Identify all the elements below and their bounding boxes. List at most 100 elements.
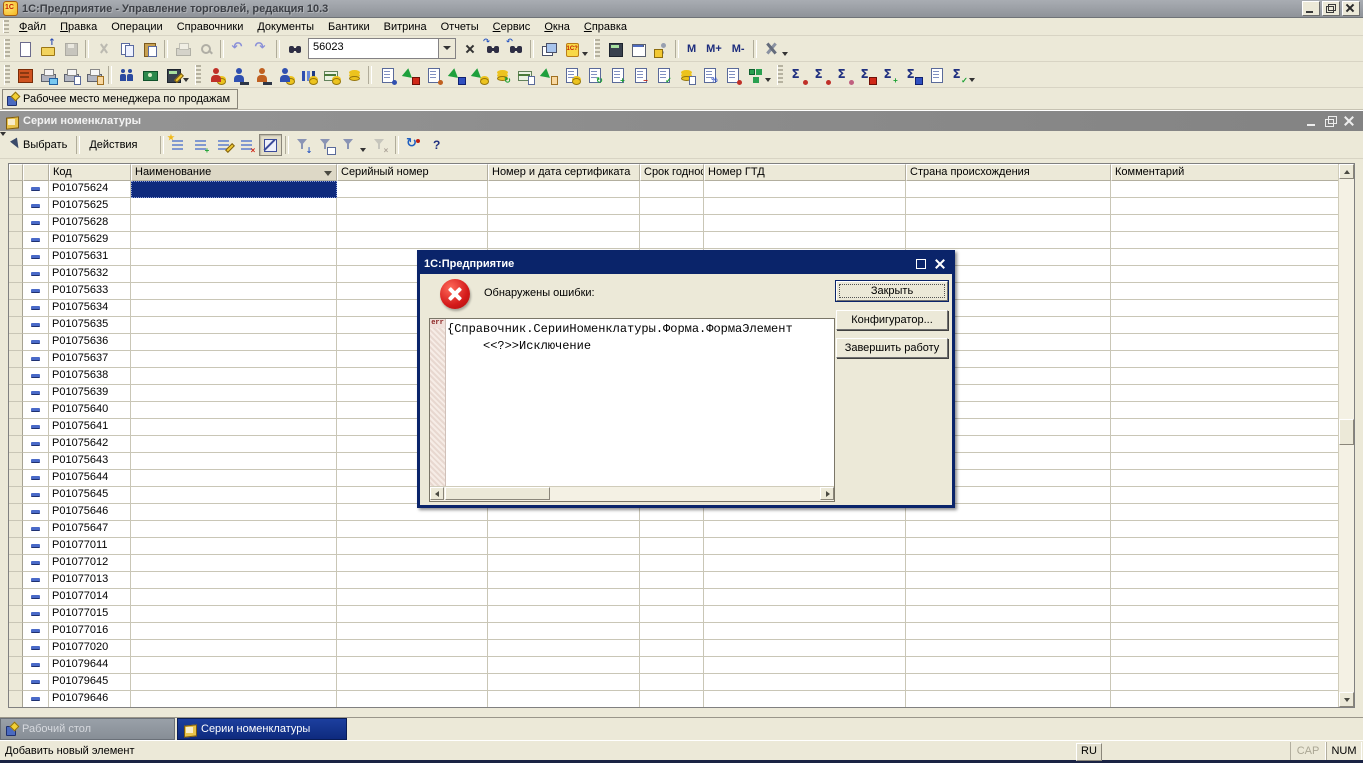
terminate-button[interactable]: Завершить работу (836, 338, 948, 358)
clear-find-icon[interactable] (458, 38, 481, 60)
code-cell[interactable]: P01075645 (49, 487, 131, 504)
toolbar-grip[interactable] (777, 64, 783, 85)
data-cell[interactable] (337, 657, 488, 674)
row-selector[interactable] (9, 657, 23, 674)
data-cell[interactable] (906, 215, 1111, 232)
data-cell[interactable] (640, 640, 704, 657)
data-cell[interactable] (337, 623, 488, 640)
close-error-button[interactable]: Закрыть (836, 281, 948, 301)
code-cell[interactable]: P01075637 (49, 351, 131, 368)
show-deleted-icon[interactable] (258, 133, 282, 156)
data-cell[interactable] (1111, 453, 1339, 470)
memory-minus-button[interactable]: M- (727, 38, 750, 60)
code-cell[interactable]: P01077020 (49, 640, 131, 657)
undo-icon[interactable] (227, 38, 250, 60)
data-cell[interactable] (131, 606, 337, 623)
data-cell[interactable] (337, 232, 488, 249)
data-cell[interactable] (1111, 572, 1339, 589)
actions-button[interactable]: Действия (83, 135, 156, 155)
row-selector[interactable] (9, 640, 23, 657)
manager-orange-icon[interactable] (250, 64, 273, 86)
data-cell[interactable] (488, 606, 640, 623)
data-cell[interactable] (488, 198, 640, 215)
report-lines-icon[interactable] (924, 64, 947, 86)
doc-minus-icon[interactable] (628, 64, 651, 86)
code-cell[interactable]: P01075640 (49, 402, 131, 419)
card-coins-icon[interactable] (319, 64, 342, 86)
data-cell[interactable] (1111, 385, 1339, 402)
column-header-3[interactable]: Серийный номер (337, 164, 488, 181)
row-selector[interactable] (9, 487, 23, 504)
dropdown-caret-icon[interactable] (183, 77, 190, 83)
edit-item-icon[interactable] (213, 134, 236, 156)
menu-item-11[interactable]: Справка (577, 19, 634, 35)
data-cell[interactable] (1111, 300, 1339, 317)
data-cell[interactable] (131, 232, 337, 249)
find-icon[interactable] (283, 38, 306, 60)
print-document-icon[interactable] (59, 64, 82, 86)
data-cell[interactable] (704, 691, 906, 707)
data-cell[interactable] (131, 504, 337, 521)
row-selector[interactable] (9, 385, 23, 402)
doc-person-blue-icon[interactable] (375, 64, 398, 86)
data-cell[interactable] (704, 521, 906, 538)
receipt-form-icon[interactable] (536, 64, 559, 86)
find-combobox[interactable]: 56023 (308, 38, 456, 59)
toolbar-grip[interactable] (4, 64, 10, 85)
row-selector[interactable] (9, 538, 23, 555)
menu-item-1[interactable]: Файл (12, 19, 53, 35)
report-person-red-icon[interactable] (786, 64, 809, 86)
data-cell[interactable] (640, 606, 704, 623)
data-cell[interactable] (640, 572, 704, 589)
menu-item-8[interactable]: Отчеты (434, 19, 486, 35)
code-cell[interactable]: P01079645 (49, 674, 131, 691)
code-cell[interactable]: P01075647 (49, 521, 131, 538)
data-cell[interactable] (131, 691, 337, 707)
data-cell[interactable] (337, 674, 488, 691)
code-cell[interactable]: P01075631 (49, 249, 131, 266)
memory-plus-button[interactable]: M+ (701, 38, 727, 60)
data-cell[interactable] (640, 623, 704, 640)
row-selector[interactable] (9, 555, 23, 572)
code-cell[interactable]: P01075629 (49, 232, 131, 249)
data-cell[interactable] (1111, 504, 1339, 521)
data-cell[interactable] (906, 657, 1111, 674)
row-selector[interactable] (9, 266, 23, 283)
menu-item-3[interactable]: Операции (104, 19, 169, 35)
row-selector[interactable] (9, 351, 23, 368)
data-cell[interactable] (640, 521, 704, 538)
data-cell[interactable] (337, 572, 488, 589)
data-cell[interactable] (640, 198, 704, 215)
scroll-down-icon[interactable] (1339, 692, 1354, 707)
row-selector[interactable] (9, 419, 23, 436)
data-cell[interactable] (906, 232, 1111, 249)
coins-list-icon[interactable] (674, 64, 697, 86)
code-cell[interactable]: P01077014 (49, 589, 131, 606)
menu-item-4[interactable]: Справочники (170, 19, 251, 35)
about-1c-icon[interactable] (560, 38, 588, 60)
data-cell[interactable] (1111, 283, 1339, 300)
code-cell[interactable]: P01079646 (49, 691, 131, 707)
calendar-icon[interactable] (626, 38, 649, 60)
scrollbar-thumb[interactable] (445, 487, 550, 500)
data-cell[interactable] (131, 470, 337, 487)
dropdown-caret-icon[interactable] (781, 51, 789, 57)
data-cell[interactable] (131, 317, 337, 334)
table-row[interactable]: P01077011 (9, 538, 1339, 555)
data-cell[interactable] (906, 589, 1111, 606)
data-cell[interactable] (1111, 232, 1339, 249)
card-doc-icon[interactable] (513, 64, 536, 86)
data-cell[interactable] (1111, 640, 1339, 657)
data-cell[interactable] (906, 181, 1111, 198)
code-cell[interactable]: P01075635 (49, 317, 131, 334)
menu-item-5[interactable]: Документы (250, 19, 321, 35)
menu-item-9[interactable]: Сервис (486, 19, 538, 35)
data-cell[interactable] (337, 555, 488, 572)
dropdown-caret-icon[interactable] (143, 141, 151, 149)
window-tab-2[interactable]: Серии номенклатуры (177, 718, 347, 740)
doc-person-red-icon[interactable] (720, 64, 743, 86)
data-cell[interactable] (640, 674, 704, 691)
data-cell[interactable] (337, 198, 488, 215)
code-cell[interactable]: P01075639 (49, 385, 131, 402)
receipt-red-cube-icon[interactable] (398, 64, 421, 86)
